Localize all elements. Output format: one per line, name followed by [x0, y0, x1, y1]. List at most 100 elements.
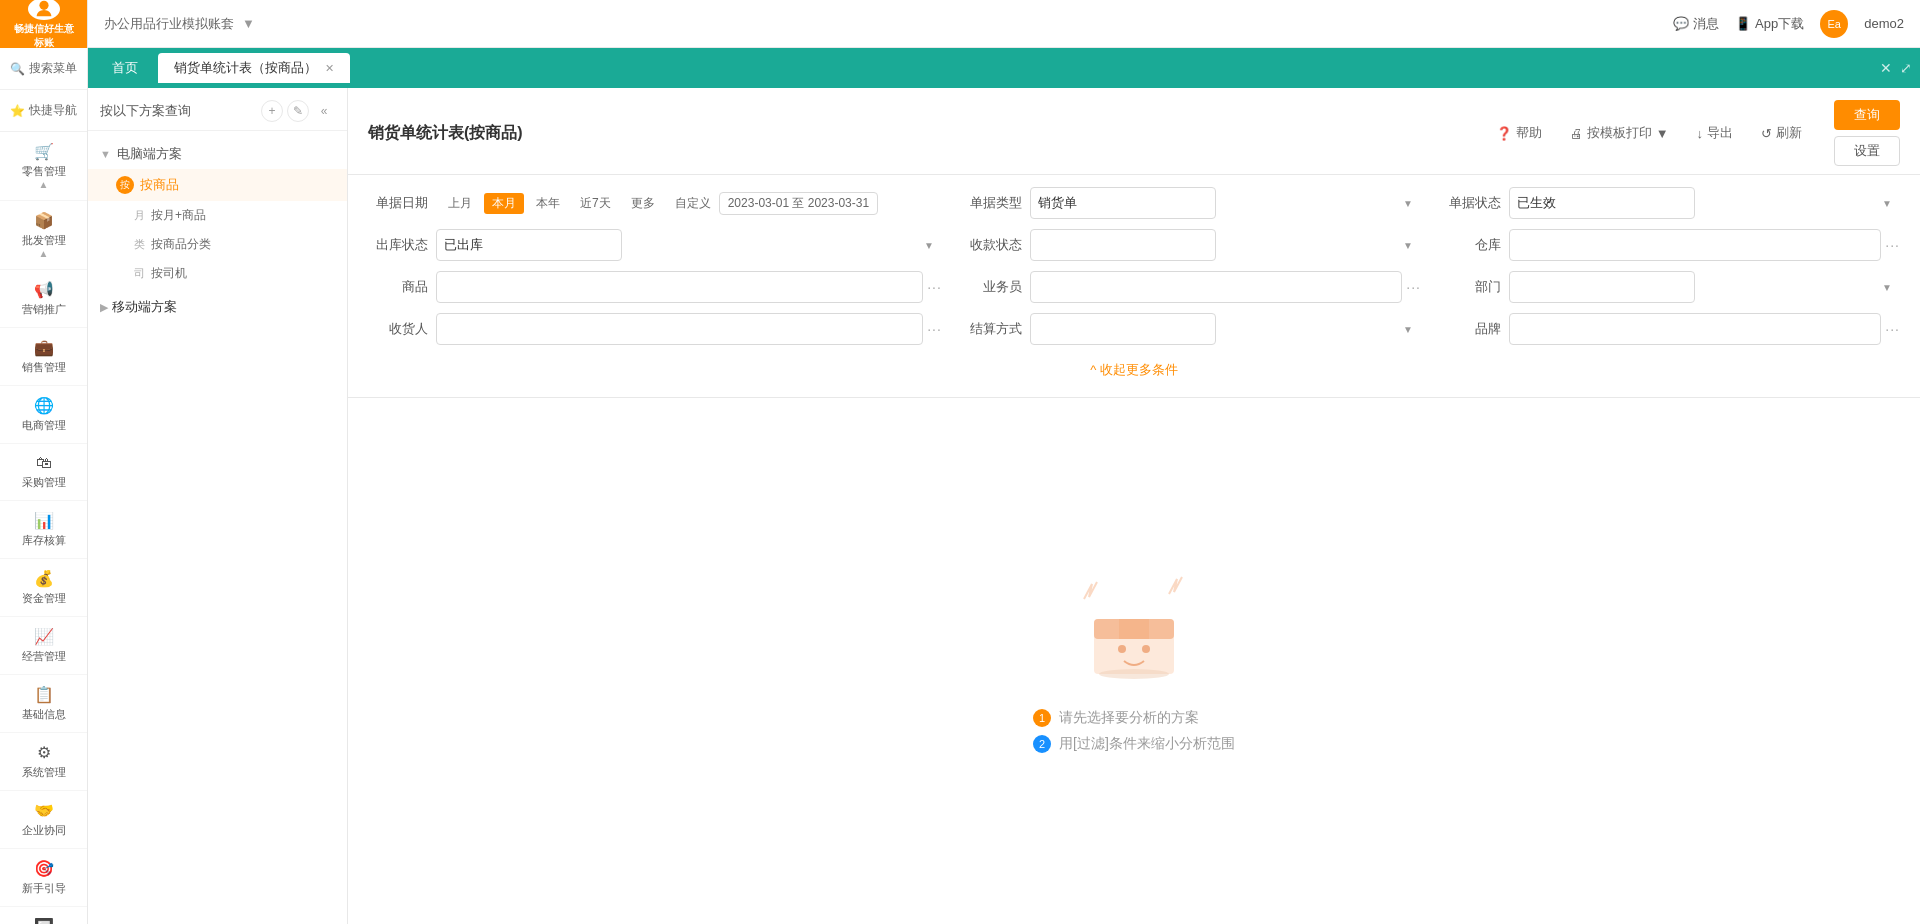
print-label: 按模板打印 — [1587, 124, 1652, 142]
recipient-input[interactable] — [436, 313, 923, 345]
sidebar-item-basic[interactable]: 📋 基础信息 — [0, 675, 87, 733]
query-btn[interactable]: 查询 — [1834, 100, 1900, 130]
warehouse-label: 仓库 — [1441, 236, 1501, 254]
add-scheme-btn[interactable]: + — [261, 100, 283, 122]
settlement-input[interactable] — [1030, 313, 1216, 345]
quick-nav-btn[interactable]: ⭐ 快捷导航 — [0, 98, 87, 123]
date-range-input[interactable]: 2023-03-01 至 2023-03-31 — [719, 192, 878, 215]
page-header: 销货单统计表(按商品) ❓ 帮助 🖨 按模板打印 ▼ ↓ 导出 — [348, 88, 1920, 175]
edit-scheme-btn[interactable]: ✎ — [287, 100, 309, 122]
sidebar-item-onboarding[interactable]: 🎯 新手引导 — [0, 849, 87, 907]
date-range-value: 2023-03-01 至 2023-03-31 — [728, 195, 869, 212]
salesperson-dots[interactable]: ··· — [1406, 279, 1421, 295]
payment-status-input[interactable] — [1030, 229, 1216, 261]
date-tabs: 上月 本月 本年 近7天 更多 自定义 — [440, 193, 719, 214]
help-label: 帮助 — [1516, 124, 1542, 142]
warehouse-dots[interactable]: ··· — [1885, 237, 1900, 253]
app-download-btn[interactable]: 📱 App下载 — [1735, 15, 1804, 33]
dept-input[interactable] — [1509, 271, 1695, 303]
marketing-label: 营销推广 — [22, 302, 66, 317]
export-btn[interactable]: ↓ 导出 — [1689, 120, 1742, 146]
refresh-label: 刷新 — [1776, 124, 1802, 142]
sidebar-item-retail[interactable]: 🛒 零售管理 ▲ — [0, 132, 87, 201]
pc-section-label: 电脑端方案 — [117, 145, 182, 163]
filter-row-4: 收货人 ··· 结算方式 品牌 ··· — [368, 313, 1900, 345]
date-tab-last-month[interactable]: 上月 — [440, 193, 480, 214]
search-section: 🔍 搜索菜单 — [0, 48, 87, 90]
wholesale-icon: 📦 — [34, 211, 54, 230]
salesperson-label: 业务员 — [962, 278, 1022, 296]
warehouse-status-input[interactable] — [436, 229, 622, 261]
product-dots[interactable]: ··· — [927, 279, 942, 295]
username[interactable]: demo2 — [1864, 16, 1904, 31]
sidebar-item-sales[interactable]: 💼 销售管理 — [0, 328, 87, 386]
recipient-dots[interactable]: ··· — [927, 321, 942, 337]
svg-point-4 — [1099, 669, 1169, 679]
tab-expand-icon[interactable]: ⤢ — [1900, 60, 1912, 76]
logo[interactable]: 畅捷信好生意 标账 — [0, 0, 87, 48]
tree-item-by-product[interactable]: 按 按商品 — [88, 169, 347, 201]
main-content: 销货单统计表(按商品) ❓ 帮助 🖨 按模板打印 ▼ ↓ 导出 — [348, 88, 1920, 924]
top-header: 办公用品行业模拟账套 ▼ 💬 消息 📱 App下载 Ea demo2 — [88, 0, 1920, 48]
sidebar-item-procurement[interactable]: 🛍 采购管理 — [0, 444, 87, 501]
sidebar-item-marketing[interactable]: 📢 营销推广 — [0, 270, 87, 328]
payment-status-wrapper — [1030, 229, 1421, 261]
date-tab-last-7-days[interactable]: 近7天 — [572, 193, 619, 214]
mobile-section-header[interactable]: ▶ 移动端方案 — [88, 292, 347, 322]
bill-type-input[interactable] — [1030, 187, 1216, 219]
onboarding-label: 新手引导 — [22, 881, 66, 896]
date-tab-more[interactable]: 更多 — [623, 193, 663, 214]
bill-status-input[interactable] — [1509, 187, 1695, 219]
tab-home[interactable]: 首页 — [96, 53, 154, 83]
date-tab-custom[interactable]: 自定义 — [667, 193, 719, 214]
filter-panel-title: 按以下方案查询 — [100, 102, 191, 120]
message-icon: 💬 — [1673, 16, 1689, 31]
category-label: 按商品分类 — [151, 236, 211, 253]
date-tab-current-year[interactable]: 本年 — [528, 193, 568, 214]
settings-btn[interactable]: 设置 — [1834, 136, 1900, 166]
sidebar-item-wholesale[interactable]: 📦 批发管理 ▲ — [0, 201, 87, 270]
help-btn[interactable]: ❓ 帮助 — [1488, 120, 1550, 146]
refresh-btn[interactable]: ↺ 刷新 — [1753, 120, 1810, 146]
header-dropdown-icon[interactable]: ▼ — [242, 16, 255, 31]
date-tab-current-month[interactable]: 本月 — [484, 193, 524, 214]
logo-text: 畅捷信好生意 — [14, 22, 74, 36]
filter-row-1: 单据日期 上月 本月 本年 近7天 更多 自定义 2023- — [368, 187, 1900, 219]
sidebar-item-enterprise[interactable]: 🤝 企业协同 — [0, 791, 87, 849]
message-btn[interactable]: 💬 消息 — [1673, 15, 1719, 33]
filter-panel-action-group: + ✎ « — [261, 100, 335, 122]
tree-item-by-month-product[interactable]: 月 按月+商品 — [88, 201, 347, 230]
warehouse-input[interactable] — [1509, 229, 1881, 261]
system-label: 系统管理 — [22, 765, 66, 780]
pc-section-header[interactable]: ▼ 电脑端方案 — [88, 139, 347, 169]
tab-close-all-icon[interactable]: ✕ — [1880, 60, 1892, 76]
sidebar-item-ecommerce[interactable]: 🌐 电商管理 — [0, 386, 87, 444]
date-field: 单据日期 上月 本月 本年 近7天 更多 自定义 2023- — [368, 192, 942, 215]
sidebar-item-apps[interactable]: 🔲 应用中心 — [0, 907, 87, 924]
panel-collapse-btn[interactable]: « — [313, 100, 335, 122]
avatar[interactable]: Ea — [1820, 10, 1848, 38]
brand-dots[interactable]: ··· — [1885, 321, 1900, 337]
product-input[interactable] — [436, 271, 923, 303]
tree-item-by-category[interactable]: 类 按商品分类 — [88, 230, 347, 259]
tree-item-by-clerk[interactable]: 司 按司机 — [88, 259, 347, 288]
filter-row-2: 出库状态 已出库 收款状态 — [368, 229, 1900, 261]
sidebar-item-finance[interactable]: 💰 资金管理 — [0, 559, 87, 617]
procurement-icon: 🛍 — [36, 454, 52, 472]
sidebar-item-inventory[interactable]: 📊 库存核算 — [0, 501, 87, 559]
collapse-label: ^ 收起更多条件 — [1090, 361, 1178, 379]
collapse-btn[interactable]: ^ 收起更多条件 — [368, 355, 1900, 385]
print-btn[interactable]: 🖨 按模板打印 ▼ — [1562, 120, 1677, 146]
search-menu-btn[interactable]: 🔍 搜索菜单 — [0, 56, 87, 81]
tab-sales-report[interactable]: 销货单统计表（按商品） ✕ — [158, 53, 350, 83]
sales-icon: 💼 — [34, 338, 54, 357]
tab-close-btn[interactable]: ✕ — [325, 62, 334, 75]
app-download-label: App下载 — [1755, 15, 1804, 33]
salesperson-input[interactable] — [1030, 271, 1402, 303]
sidebar-item-system[interactable]: ⚙ 系统管理 — [0, 733, 87, 791]
by-product-icon: 按 — [116, 176, 134, 194]
sidebar-item-operations[interactable]: 📈 经营管理 — [0, 617, 87, 675]
finance-label: 资金管理 — [22, 591, 66, 606]
svg-point-6 — [1142, 645, 1150, 653]
brand-input[interactable] — [1509, 313, 1881, 345]
